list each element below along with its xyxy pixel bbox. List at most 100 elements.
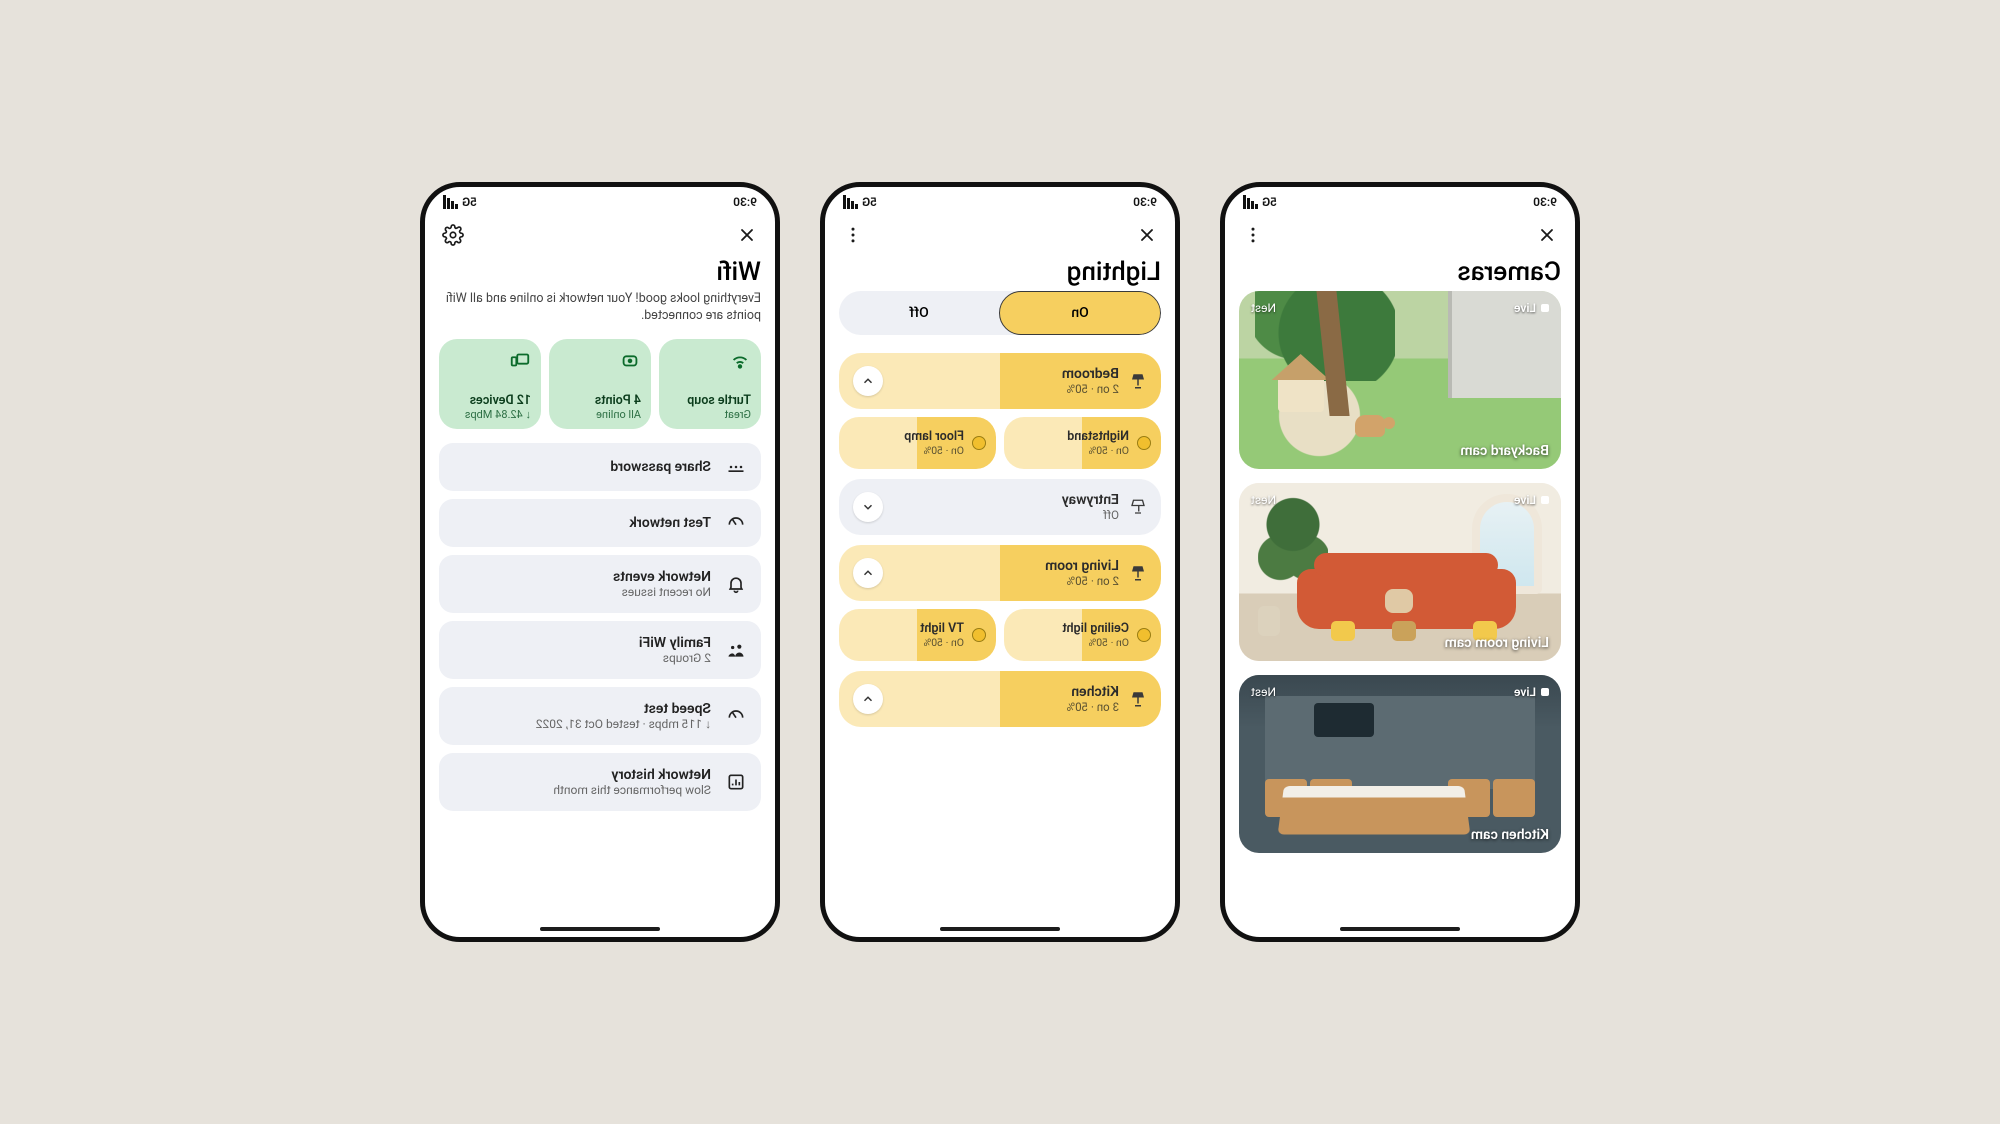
- camera-brand: Nest: [1251, 301, 1276, 315]
- room-living-room[interactable]: Living room 2 on · 50%: [839, 545, 1161, 601]
- home-bar[interactable]: [1340, 927, 1460, 931]
- wifi-icon: [669, 349, 751, 371]
- lamp-icon: [1129, 498, 1147, 516]
- toggle-off[interactable]: Off: [839, 291, 999, 335]
- bulb-icon: [972, 436, 986, 450]
- page-title: Lighting: [839, 257, 1161, 287]
- room-name: Living room: [1045, 558, 1119, 574]
- camera-name: Living room cam: [1251, 635, 1549, 651]
- camera-tile-backyard[interactable]: Live Nest Backyard cam: [1239, 291, 1561, 469]
- light-name: TV light: [920, 621, 964, 636]
- camera-brand: Nest: [1251, 493, 1276, 507]
- close-icon[interactable]: [1533, 221, 1561, 249]
- wifi-card-network[interactable]: Turtle soup Great: [659, 339, 761, 429]
- light-nightstand[interactable]: Nightstand On · 50%: [1004, 417, 1161, 469]
- light-tv[interactable]: TV light On · 50%: [839, 609, 996, 661]
- status-bar: 9:30 5G: [425, 187, 775, 215]
- more-icon[interactable]: [1239, 221, 1267, 249]
- signal-icon: [443, 195, 458, 209]
- home-bar[interactable]: [940, 927, 1060, 931]
- row-network-events[interactable]: Network events No recent issues: [439, 555, 761, 613]
- password-icon: [725, 457, 747, 477]
- light-ceiling[interactable]: Ceiling light On · 50%: [1004, 609, 1161, 661]
- card-title: Turtle soup: [669, 393, 751, 408]
- toggle-on[interactable]: On: [999, 291, 1161, 335]
- wifi-card-points[interactable]: 4 Points All online: [549, 339, 651, 429]
- collapse-button[interactable]: [853, 558, 883, 588]
- room-bedroom[interactable]: Bedroom 2 on · 50%: [839, 353, 1161, 409]
- row-subtitle: 2 Groups: [639, 651, 711, 665]
- phone-cameras: 9:30 5G Cameras Live Nest Backyard cam: [1220, 182, 1580, 942]
- camera-status: Live: [1514, 685, 1536, 699]
- camera-tile-living-room[interactable]: Live Nest Living room cam: [1239, 483, 1561, 661]
- camera-brand: Nest: [1251, 685, 1276, 699]
- row-speed-test[interactable]: Speed test ↓ 115 mbps · tested Oct 31, 2…: [439, 687, 761, 745]
- wifi-status-cards: Turtle soup Great 4 Points All online 12…: [439, 339, 761, 429]
- row-subtitle: Slow performance this month: [553, 783, 711, 797]
- speed-icon: [725, 706, 747, 726]
- row-network-history[interactable]: Network history Slow performance this mo…: [439, 753, 761, 811]
- close-icon[interactable]: [1133, 221, 1161, 249]
- light-sub: On · 50%: [1062, 636, 1129, 649]
- lamp-icon: [1129, 372, 1147, 390]
- room-sub: 2 on · 50%: [1062, 382, 1119, 396]
- room-name: Kitchen: [1067, 684, 1119, 700]
- room-sub: 2 on · 50%: [1045, 574, 1119, 588]
- devices-icon: [449, 349, 531, 371]
- bell-icon: [725, 574, 747, 594]
- row-share-password[interactable]: Share password: [439, 443, 761, 491]
- collapse-button[interactable]: [853, 684, 883, 714]
- light-name: Floor lamp: [904, 429, 964, 444]
- close-icon[interactable]: [733, 221, 761, 249]
- status-time: 9:30: [733, 195, 757, 209]
- camera-tile-kitchen[interactable]: Live Nest Kitchen cam: [1239, 675, 1561, 853]
- room-sub: Off: [1062, 508, 1119, 522]
- row-title: Test network: [629, 515, 711, 531]
- app-bar: [825, 215, 1175, 251]
- row-subtitle: ↓ 115 mbps · tested Oct 31, 2022: [536, 717, 711, 731]
- lamp-icon: [1129, 690, 1147, 708]
- row-subtitle: No recent issues: [613, 585, 711, 599]
- room-sub: 3 on · 50%: [1067, 700, 1119, 714]
- wifi-menu-list: Share password Test network Network even…: [439, 443, 761, 811]
- app-bar: [425, 215, 775, 251]
- signal-icon: [843, 195, 858, 209]
- status-bar: 9:30 5G: [1225, 187, 1575, 215]
- more-icon[interactable]: [839, 221, 867, 249]
- on-off-toggle[interactable]: On Off: [839, 291, 1161, 335]
- status-bar: 9:30 5G: [825, 187, 1175, 215]
- light-name: Nightstand: [1067, 429, 1129, 444]
- gear-icon[interactable]: [439, 221, 467, 249]
- collapse-button[interactable]: [853, 366, 883, 396]
- row-title: Share password: [610, 459, 711, 475]
- bulb-icon: [1137, 628, 1151, 642]
- chart-icon: [725, 772, 747, 792]
- light-sub: On · 50%: [920, 636, 964, 649]
- row-test-network[interactable]: Test network: [439, 499, 761, 547]
- phone-lighting: 9:30 5G Lighting On Off Bedroom 2 on · 5…: [820, 182, 1180, 942]
- light-floor-lamp[interactable]: Floor lamp On · 50%: [839, 417, 996, 469]
- light-sub: On · 50%: [1067, 444, 1129, 457]
- router-icon: [559, 349, 641, 371]
- camera-status: Live: [1514, 493, 1536, 507]
- row-title: Speed test: [536, 701, 711, 717]
- card-title: 4 Points: [559, 393, 641, 408]
- wifi-card-devices[interactable]: 12 Devices ↓ 42.84 Mbps: [439, 339, 541, 429]
- live-icon: [1541, 496, 1549, 504]
- status-network: 5G: [462, 195, 477, 209]
- card-subtitle: ↓ 42.84 Mbps: [449, 408, 531, 421]
- home-bar[interactable]: [540, 927, 660, 931]
- family-icon: [725, 640, 747, 660]
- status-network: 5G: [862, 195, 877, 209]
- speed-icon: [725, 513, 747, 533]
- bulb-icon: [1137, 436, 1151, 450]
- card-subtitle: Great: [669, 408, 751, 421]
- room-name: Entryway: [1062, 492, 1119, 508]
- camera-name: Backyard cam: [1251, 443, 1549, 459]
- page-title: Wifi: [439, 257, 761, 287]
- room-kitchen[interactable]: Kitchen 3 on · 50%: [839, 671, 1161, 727]
- expand-button[interactable]: [853, 492, 883, 522]
- room-entryway[interactable]: Entryway Off: [839, 479, 1161, 535]
- card-subtitle: All online: [559, 408, 641, 421]
- row-family-wifi[interactable]: Family WiFi 2 Groups: [439, 621, 761, 679]
